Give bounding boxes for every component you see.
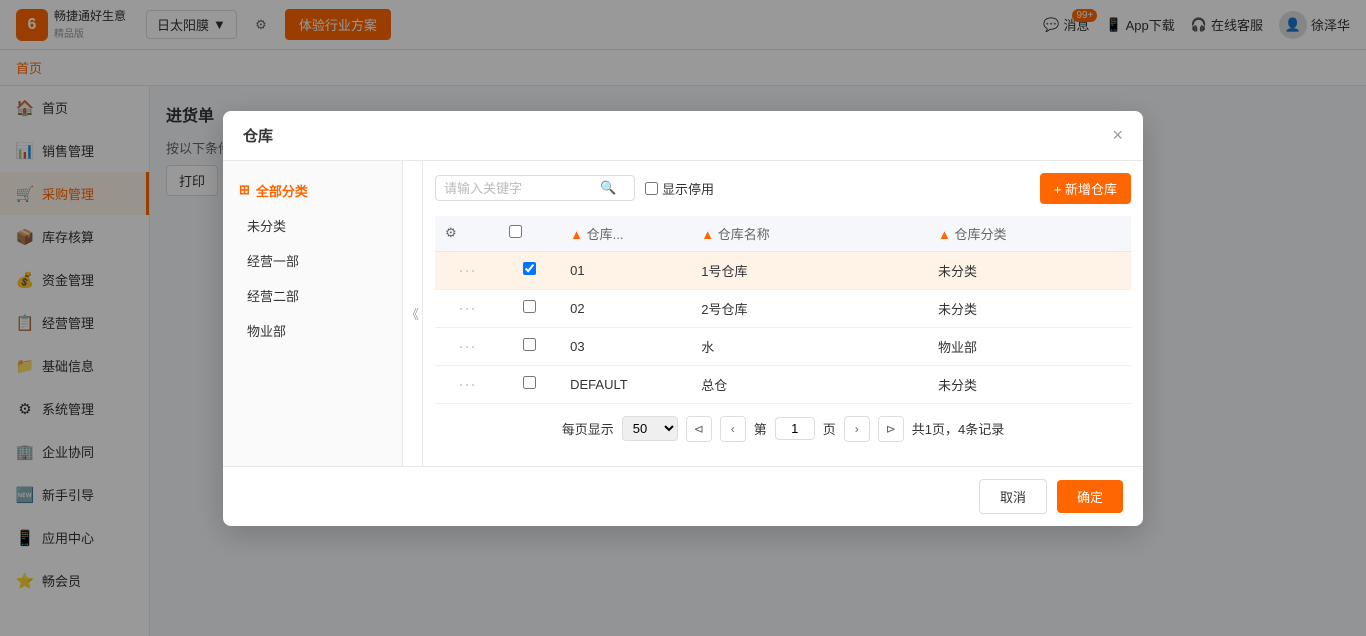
per-page-label: 每页显示 bbox=[562, 419, 614, 438]
row-checkbox[interactable] bbox=[523, 376, 536, 389]
row-name: 2号仓库 bbox=[691, 289, 928, 327]
table-row[interactable]: ··· 02 2号仓库 未分类 bbox=[435, 289, 1131, 327]
category-panel: ⊞ 全部分类 未分类 经营一部 经营二部 物业部 bbox=[223, 161, 403, 466]
modal-footer: 取消 确定 bbox=[223, 466, 1143, 526]
row-checkbox-cell bbox=[499, 289, 560, 327]
panel-collapse-button[interactable]: 《 bbox=[403, 161, 423, 466]
row-checkbox[interactable] bbox=[523, 262, 536, 275]
page-next-button[interactable]: › bbox=[844, 416, 870, 442]
cancel-button[interactable]: 取消 bbox=[979, 479, 1047, 514]
th-gear: ⚙ bbox=[435, 216, 499, 252]
modal-header: 仓库 × bbox=[223, 111, 1143, 161]
add-warehouse-button[interactable]: + 新增仓库 bbox=[1040, 173, 1131, 204]
th-name: ▲ 仓库名称 bbox=[691, 216, 928, 252]
table-panel: 🔍 显示停用 + 新增仓库 ⚙ ▲ bbox=[423, 161, 1143, 466]
pagination: 每页显示 50 10 20 100 ⊲ ‹ 第 页 › ⊳ 共1页，4条记录 bbox=[435, 404, 1131, 454]
page-last-button[interactable]: ⊳ bbox=[878, 416, 904, 442]
row-name: 总仓 bbox=[691, 365, 928, 403]
modal-body: ⊞ 全部分类 未分类 经营一部 经营二部 物业部 《 🔍 bbox=[223, 161, 1143, 466]
row-category: 未分类 bbox=[928, 365, 1131, 403]
th-check bbox=[499, 216, 560, 252]
page-first-button[interactable]: ⊲ bbox=[686, 416, 712, 442]
search-input[interactable] bbox=[444, 181, 594, 196]
select-all-checkbox[interactable] bbox=[509, 225, 522, 238]
row-dots-icon[interactable]: ··· bbox=[458, 374, 476, 394]
table-header-row: ⚙ ▲ 仓库... ▲ 仓库名称 ▲ bbox=[435, 216, 1131, 252]
th-sort: ▲ 仓库... bbox=[560, 216, 691, 252]
row-dots-icon[interactable]: ··· bbox=[458, 336, 476, 356]
row-sort: 03 bbox=[560, 327, 691, 365]
show-disabled-label[interactable]: 显示停用 bbox=[645, 179, 714, 198]
per-page-select[interactable]: 50 10 20 100 bbox=[622, 416, 678, 441]
row-checkbox-cell bbox=[499, 365, 560, 403]
row-actions: ··· bbox=[435, 365, 499, 403]
row-sort: 01 bbox=[560, 251, 691, 289]
page-number-input[interactable] bbox=[775, 417, 815, 440]
row-checkbox[interactable] bbox=[523, 300, 536, 313]
table-row[interactable]: ··· 01 1号仓库 未分类 bbox=[435, 251, 1131, 289]
row-category: 未分类 bbox=[928, 289, 1131, 327]
category-item-unclassified[interactable]: 未分类 bbox=[223, 208, 402, 243]
modal-overlay: 仓库 × ⊞ 全部分类 未分类 经营一部 经营二部 物业部 《 bbox=[0, 0, 1366, 636]
row-category: 物业部 bbox=[928, 327, 1131, 365]
modal-close-button[interactable]: × bbox=[1112, 125, 1123, 146]
category-item-property[interactable]: 物业部 bbox=[223, 313, 402, 348]
row-actions: ··· bbox=[435, 327, 499, 365]
grid-icon: ⊞ bbox=[239, 182, 250, 198]
cat-sort-icon: ▲ bbox=[938, 227, 951, 242]
all-category[interactable]: ⊞ 全部分类 bbox=[223, 173, 402, 208]
modal-title: 仓库 bbox=[243, 125, 273, 146]
row-actions: ··· bbox=[435, 251, 499, 289]
row-sort: DEFAULT bbox=[560, 365, 691, 403]
category-item-ops1[interactable]: 经营一部 bbox=[223, 243, 402, 278]
row-dots-icon[interactable]: ··· bbox=[458, 260, 476, 280]
name-sort-icon: ▲ bbox=[701, 227, 714, 242]
gear-icon-header: ⚙ bbox=[445, 225, 457, 240]
page-prev-button[interactable]: ‹ bbox=[720, 416, 746, 442]
confirm-button[interactable]: 确定 bbox=[1057, 480, 1123, 513]
show-disabled-text: 显示停用 bbox=[662, 179, 714, 198]
category-item-ops2[interactable]: 经营二部 bbox=[223, 278, 402, 313]
all-category-label: 全部分类 bbox=[256, 181, 308, 200]
page-suffix: 页 bbox=[823, 419, 836, 438]
sort-icon: ▲ bbox=[570, 227, 583, 242]
row-dots-icon[interactable]: ··· bbox=[458, 298, 476, 318]
row-checkbox-cell bbox=[499, 327, 560, 365]
search-icon: 🔍 bbox=[600, 180, 616, 196]
table-row[interactable]: ··· DEFAULT 总仓 未分类 bbox=[435, 365, 1131, 403]
row-name: 1号仓库 bbox=[691, 251, 928, 289]
row-sort: 02 bbox=[560, 289, 691, 327]
warehouse-modal: 仓库 × ⊞ 全部分类 未分类 经营一部 经营二部 物业部 《 bbox=[223, 111, 1143, 526]
table-row[interactable]: ··· 03 水 物业部 bbox=[435, 327, 1131, 365]
show-disabled-checkbox[interactable] bbox=[645, 182, 658, 195]
page-label: 第 bbox=[754, 419, 767, 438]
th-category: ▲ 仓库分类 bbox=[928, 216, 1131, 252]
row-checkbox-cell bbox=[499, 251, 560, 289]
table-toolbar: 🔍 显示停用 + 新增仓库 bbox=[435, 173, 1131, 204]
page-summary: 共1页，4条记录 bbox=[912, 419, 1004, 438]
row-checkbox[interactable] bbox=[523, 338, 536, 351]
row-category: 未分类 bbox=[928, 251, 1131, 289]
row-name: 水 bbox=[691, 327, 928, 365]
row-actions: ··· bbox=[435, 289, 499, 327]
search-box: 🔍 bbox=[435, 175, 635, 201]
warehouse-table: ⚙ ▲ 仓库... ▲ 仓库名称 ▲ bbox=[435, 216, 1131, 404]
